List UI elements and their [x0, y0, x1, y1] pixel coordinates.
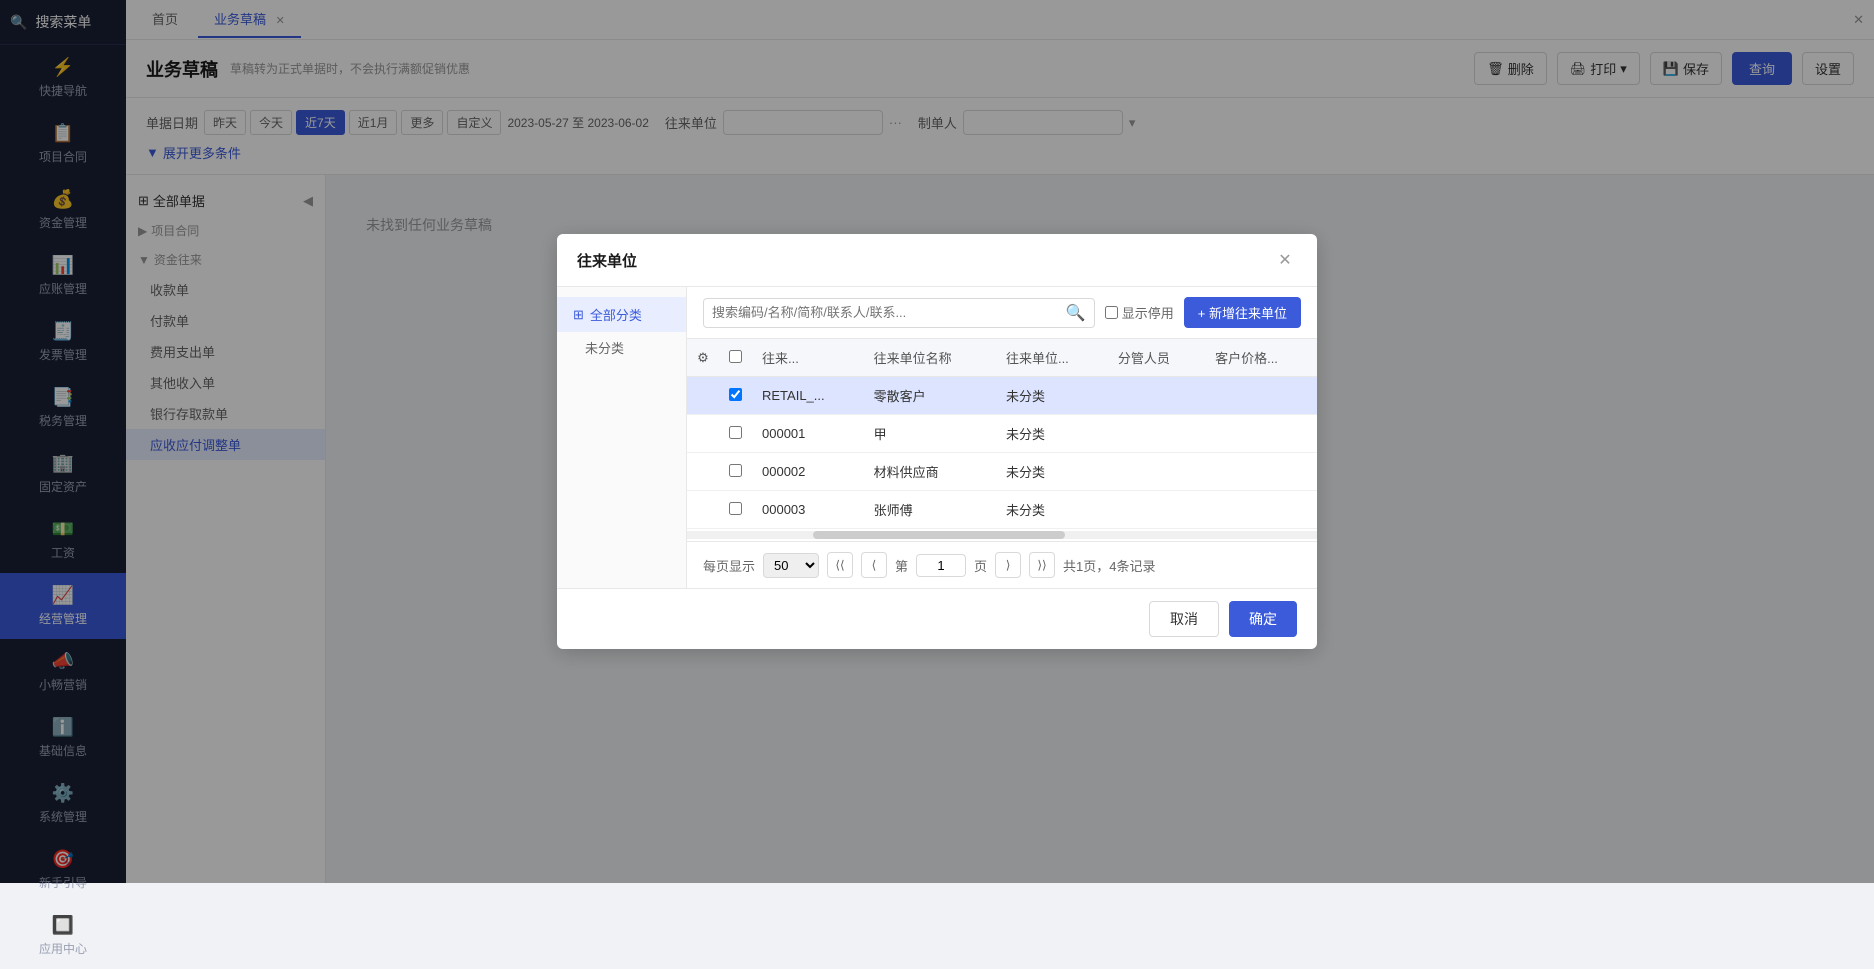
select-all-checkbox[interactable]	[729, 350, 742, 363]
row-name: 甲	[864, 415, 996, 453]
sidebar-item-label: 应用中心	[39, 940, 87, 957]
col-settings[interactable]: ⚙	[687, 339, 719, 377]
row-code: 000003	[752, 491, 864, 529]
col-name: 往来单位名称	[864, 339, 996, 377]
row-code: RETAIL_...	[752, 377, 864, 415]
row-name: 张师傅	[864, 491, 996, 529]
col-category: 往来单位...	[996, 339, 1108, 377]
dialog-toolbar: 🔍 显示停用 + 新增往来单位	[687, 287, 1317, 339]
table-row[interactable]: RETAIL_... 零散客户 未分类	[687, 377, 1317, 415]
dialog-pagination: 每页显示 50 10 20 100 ⟨⟨ ⟨ 第 页 ⟩ ⟩⟩ 共1页，4条记录	[687, 541, 1317, 588]
dialog-title: 往来单位	[577, 250, 637, 271]
cancel-button[interactable]: 取消	[1149, 601, 1219, 637]
page-label: 第	[895, 556, 908, 575]
row-category: 未分类	[996, 453, 1108, 491]
row-manager	[1108, 491, 1205, 529]
per-page-select[interactable]: 50 10 20 100	[763, 553, 819, 578]
table-row[interactable]: 000001 甲 未分类	[687, 415, 1317, 453]
search-input[interactable]	[712, 305, 1060, 320]
row-checkbox-2[interactable]	[729, 426, 742, 439]
row-manager	[1108, 453, 1205, 491]
row-category: 未分类	[996, 415, 1108, 453]
page-prev-button[interactable]: ⟨	[861, 552, 887, 578]
show-disabled-label: 显示停用	[1122, 303, 1174, 322]
search-icon: 🔍	[1066, 303, 1086, 323]
row-category: 未分类	[996, 491, 1108, 529]
row-settings-icon	[687, 453, 719, 491]
row-code: 000001	[752, 415, 864, 453]
show-disabled-checkbox-label[interactable]: 显示停用	[1105, 303, 1174, 322]
row-name: 零散客户	[864, 377, 996, 415]
row-category: 未分类	[996, 377, 1108, 415]
settings-icon: ⚙	[697, 350, 709, 365]
row-price	[1205, 491, 1317, 529]
row-code: 000002	[752, 453, 864, 491]
row-settings-icon	[687, 491, 719, 529]
app-center-icon: 🔲	[52, 915, 74, 936]
page-first-button[interactable]: ⟨⟨	[827, 552, 853, 578]
col-manager: 分管人员	[1108, 339, 1205, 377]
dialog-footer-actions: 取消 确定	[557, 588, 1317, 649]
dialog-sidebar-uncategorized[interactable]: 未分类	[557, 332, 686, 363]
row-price	[1205, 415, 1317, 453]
horizontal-scrollbar[interactable]	[687, 531, 1317, 539]
dialog-body: ⊞ 全部分类 未分类 🔍 显示停用	[557, 287, 1317, 588]
row-name: 材料供应商	[864, 453, 996, 491]
partner-dialog: 往来单位 ✕ ⊞ 全部分类 未分类 🔍	[557, 234, 1317, 649]
row-manager	[1108, 377, 1205, 415]
row-checkbox-4[interactable]	[729, 502, 742, 515]
row-price	[1205, 453, 1317, 491]
sidebar-item-app-center[interactable]: 🔲 应用中心	[0, 903, 126, 969]
page-last-button[interactable]: ⟩⟩	[1029, 552, 1055, 578]
dialog-sidebar-all-label: 全部分类	[590, 305, 642, 324]
row-checkbox-3[interactable]	[729, 464, 742, 477]
page-input[interactable]	[916, 554, 966, 577]
col-code: 往来...	[752, 339, 864, 377]
grid-small-icon: ⊞	[573, 307, 584, 323]
row-price	[1205, 377, 1317, 415]
scrollbar-thumb[interactable]	[813, 531, 1065, 539]
page-unit: 页	[974, 556, 987, 575]
confirm-button[interactable]: 确定	[1229, 601, 1297, 637]
per-page-label: 每页显示	[703, 556, 755, 575]
row-settings-icon	[687, 415, 719, 453]
dialog-close-button[interactable]: ✕	[1273, 248, 1297, 272]
table-header-row: ⚙ 往来... 往来单位名称 往来单位... 分管人员 客户价格...	[687, 339, 1317, 377]
dialog-sidebar-all[interactable]: ⊞ 全部分类	[557, 297, 686, 332]
dialog-main: 🔍 显示停用 + 新增往来单位 ⚙	[687, 287, 1317, 588]
dialog-sidebar: ⊞ 全部分类 未分类	[557, 287, 687, 588]
dialog-header: 往来单位 ✕	[557, 234, 1317, 287]
search-box[interactable]: 🔍	[703, 298, 1095, 328]
page-next-button[interactable]: ⟩	[995, 552, 1021, 578]
row-settings-icon	[687, 377, 719, 415]
row-manager	[1108, 415, 1205, 453]
col-checkbox	[719, 339, 752, 377]
total-info: 共1页，4条记录	[1063, 556, 1155, 575]
table-row[interactable]: 000003 张师傅 未分类	[687, 491, 1317, 529]
add-partner-button[interactable]: + 新增往来单位	[1184, 297, 1301, 328]
dialog-sidebar-uncategorized-label: 未分类	[585, 341, 624, 356]
table-row[interactable]: 000002 材料供应商 未分类	[687, 453, 1317, 491]
col-price: 客户价格...	[1205, 339, 1317, 377]
dialog-table: ⚙ 往来... 往来单位名称 往来单位... 分管人员 客户价格...	[687, 339, 1317, 541]
row-checkbox-1[interactable]	[729, 388, 742, 401]
dialog-overlay[interactable]: 往来单位 ✕ ⊞ 全部分类 未分类 🔍	[0, 0, 1874, 883]
show-disabled-checkbox[interactable]	[1105, 306, 1118, 319]
